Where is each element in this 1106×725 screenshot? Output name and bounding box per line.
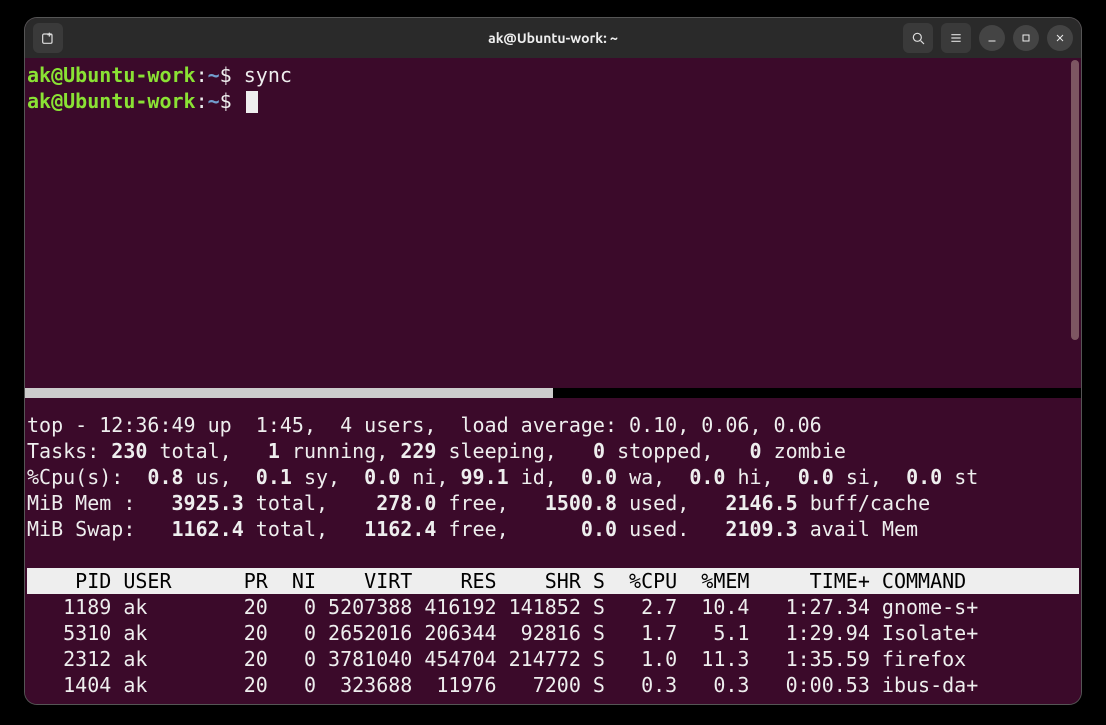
process-row: 2312 ak 20 0 3781040 454704 214772 S 1.0… xyxy=(27,646,1079,672)
top-columns-header: PID USER PR NI VIRT RES SHR S %CPU %MEM … xyxy=(27,568,1079,594)
new-tab-button[interactable] xyxy=(33,23,63,53)
top-summary-line: %Cpu(s): 0.8 us, 0.1 sy, 0.0 ni, 99.1 id… xyxy=(27,464,1079,490)
process-row: 5310 ak 20 0 2652016 206344 92816 S 1.7 … xyxy=(27,620,1079,646)
menu-button[interactable] xyxy=(941,23,971,53)
top-summary-line: MiB Swap: 1162.4 total, 1162.4 free, 0.0… xyxy=(27,516,1079,542)
blank-line xyxy=(27,542,1079,568)
terminal-window: ak@Ubuntu-work: ~ ak@Ubuntu-work:~$ sync… xyxy=(25,18,1081,704)
minimize-button[interactable] xyxy=(979,25,1005,51)
close-button[interactable] xyxy=(1047,25,1073,51)
top-summary-line: MiB Mem : 3925.3 total, 278.0 free, 1500… xyxy=(27,490,1079,516)
process-row: 1189 ak 20 0 5207388 416192 141852 S 2.7… xyxy=(27,594,1079,620)
shell-pane[interactable]: ak@Ubuntu-work:~$ syncak@Ubuntu-work:~$ xyxy=(25,58,1081,388)
window-title: ak@Ubuntu-work: ~ xyxy=(488,30,618,46)
top-summary-line: Tasks: 230 total, 1 running, 229 sleepin… xyxy=(27,438,1079,464)
prompt-line: ak@Ubuntu-work:~$ sync xyxy=(27,62,1079,88)
search-button[interactable] xyxy=(903,23,933,53)
pane-divider[interactable] xyxy=(25,388,1081,398)
prompt-line: ak@Ubuntu-work:~$ xyxy=(27,88,1079,114)
process-row: 1404 ak 20 0 323688 11976 7200 S 0.3 0.3… xyxy=(27,672,1079,698)
scrollbar[interactable] xyxy=(1071,60,1079,340)
titlebar: ak@Ubuntu-work: ~ xyxy=(25,18,1081,58)
terminal-body[interactable]: ak@Ubuntu-work:~$ syncak@Ubuntu-work:~$ … xyxy=(25,58,1081,704)
top-pane[interactable]: top - 12:36:49 up 1:45, 4 users, load av… xyxy=(25,398,1081,704)
top-summary-line: top - 12:36:49 up 1:45, 4 users, load av… xyxy=(27,412,1079,438)
maximize-button[interactable] xyxy=(1013,25,1039,51)
cursor xyxy=(246,91,258,113)
